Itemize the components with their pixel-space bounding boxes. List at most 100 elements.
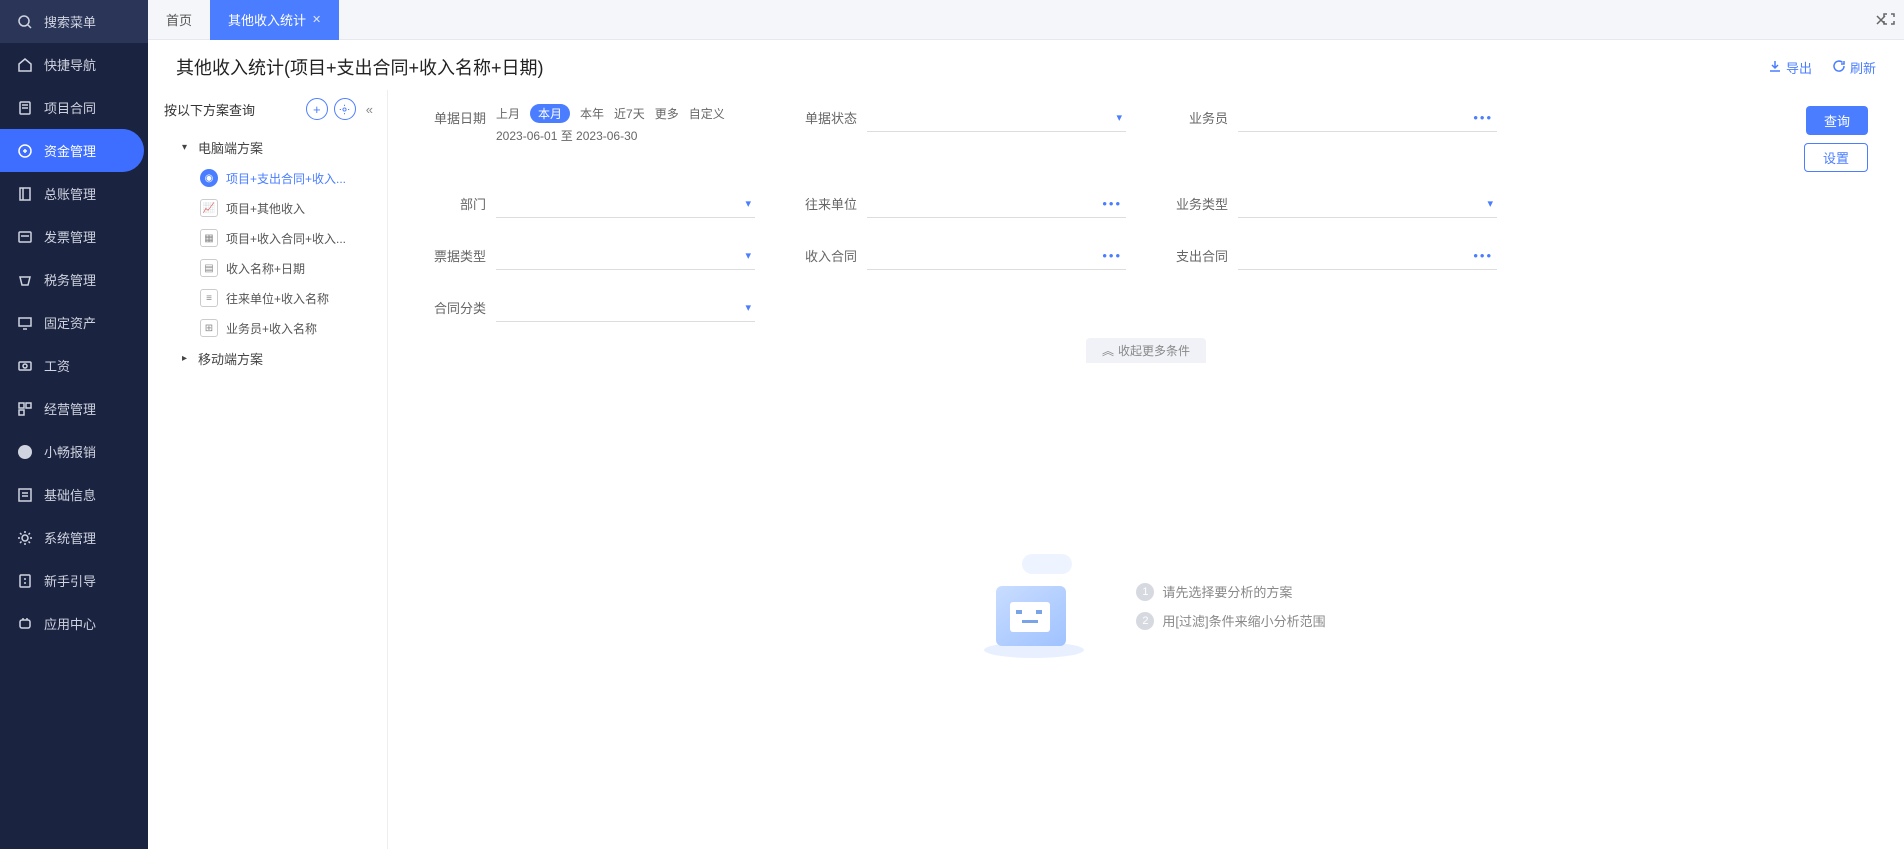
scheme-tree: ▾ 电脑端方案 ◉ 项目+支出合同+收入... 📈 项目+其他收入 ▦ 项目+收… — [164, 128, 387, 378]
scheme-item[interactable]: ≡ 往来单位+收入名称 — [164, 283, 387, 313]
sidebar-item-biz[interactable]: 经营管理 — [0, 387, 148, 430]
sidebar-item-assets[interactable]: 固定资产 — [0, 301, 148, 344]
filter-tickettype: 票据类型 ▾ — [424, 242, 755, 276]
table-icon: ⊞ — [200, 319, 218, 337]
add-scheme-button[interactable]: + — [306, 98, 328, 120]
filter-label: 票据类型 — [424, 242, 496, 265]
refresh-icon — [1832, 59, 1846, 76]
home-icon — [16, 56, 34, 74]
sidebar-item-appcenter[interactable]: 应用中心 — [0, 602, 148, 645]
scheme-item[interactable]: ◉ 项目+支出合同+收入... — [164, 163, 387, 193]
income-contract-picker[interactable]: ••• — [867, 242, 1126, 270]
scheme-label: 收入名称+日期 — [226, 260, 305, 277]
info-icon — [16, 486, 34, 504]
sidebar-item-expense[interactable]: 小畅报销 — [0, 430, 148, 473]
scheme-header: 按以下方案查询 + « — [164, 90, 387, 128]
doc-icon — [16, 99, 34, 117]
sidebar-label: 资金管理 — [44, 141, 96, 160]
sidebar-label: 经营管理 — [44, 399, 96, 418]
collapse-panel-button[interactable]: « — [362, 102, 377, 117]
status-select[interactable]: ▾ — [867, 104, 1126, 132]
quick-7days[interactable]: 近7天 — [614, 105, 645, 122]
tree-group-mobile[interactable]: ▸ 移动端方案 — [164, 343, 387, 374]
expense-icon — [16, 443, 34, 461]
bars-icon: ≡ — [200, 289, 218, 307]
fullscreen-icon[interactable] — [1878, 8, 1900, 30]
biztype-select[interactable]: ▾ — [1238, 190, 1497, 218]
more-icon: ••• — [1473, 248, 1493, 263]
empty-steps: 1 请先选择要分析的方案 2 用[过滤]条件来缩小分析范围 — [1136, 582, 1325, 630]
refresh-button[interactable]: 刷新 — [1832, 58, 1876, 77]
date-quick: 上月 本月 本年 近7天 更多 自定义 2023-06-01 至 2023-06… — [496, 104, 725, 144]
sidebar: 搜索菜单 快捷导航 项目合同 资金管理 总账管理 发票管理 税务管理 固定资产 — [0, 0, 148, 849]
sidebar-item-tax[interactable]: 税务管理 — [0, 258, 148, 301]
scheme-item[interactable]: ⊞ 业务员+收入名称 — [164, 313, 387, 343]
sidebar-item-salary[interactable]: 工资 — [0, 344, 148, 387]
filter-label: 往来单位 — [795, 190, 867, 213]
scheme-item[interactable]: 📈 项目+其他收入 — [164, 193, 387, 223]
empty-illustration — [966, 546, 1106, 666]
step-number: 2 — [1136, 612, 1154, 630]
sidebar-item-search[interactable]: 搜索菜单 — [0, 0, 148, 43]
tree-group-desktop[interactable]: ▾ 电脑端方案 — [164, 132, 387, 163]
caret-down-icon: ▾ — [182, 142, 192, 153]
filter-status: 单据状态 ▾ — [795, 104, 1126, 172]
sidebar-item-ledger[interactable]: 总账管理 — [0, 172, 148, 215]
close-icon[interactable]: ✕ — [312, 13, 321, 26]
tab-home[interactable]: 首页 — [148, 0, 210, 40]
tab-other-income[interactable]: 其他收入统计 ✕ — [210, 0, 339, 40]
main: 首页 其他收入统计 ✕ 其他收入统计(项目+支出合同+收入名称+日期) 导出 — [148, 0, 1904, 849]
scheme-settings-button[interactable] — [334, 98, 356, 120]
tickettype-select[interactable]: ▾ — [496, 242, 755, 270]
sidebar-item-funds[interactable]: 资金管理 — [0, 129, 144, 172]
sidebar-item-system[interactable]: 系统管理 — [0, 516, 148, 559]
page-title: 其他收入统计(项目+支出合同+收入名称+日期) — [176, 54, 1768, 80]
salesman-picker[interactable]: ••• — [1238, 104, 1497, 132]
tab-label: 其他收入统计 — [228, 10, 306, 29]
book-icon — [16, 185, 34, 203]
date-range: 2023-06-01 至 2023-06-30 — [496, 127, 725, 144]
dept-select[interactable]: ▾ — [496, 190, 755, 218]
more-icon: ••• — [1473, 110, 1493, 125]
sidebar-item-quicknav[interactable]: 快捷导航 — [0, 43, 148, 86]
sidebar-item-info[interactable]: 基础信息 — [0, 473, 148, 516]
sidebar-item-invoice[interactable]: 发票管理 — [0, 215, 148, 258]
invoice-icon — [16, 228, 34, 246]
scheme-item[interactable]: ▦ 项目+收入合同+收入... — [164, 223, 387, 253]
scheme-panel: 按以下方案查询 + « ▾ 电脑端方案 ◉ 项目+支出合同+收入... — [148, 90, 388, 849]
quick-custom[interactable]: 自定义 — [689, 105, 725, 122]
step-2: 2 用[过滤]条件来缩小分析范围 — [1136, 611, 1325, 630]
scheme-item[interactable]: ▤ 收入名称+日期 — [164, 253, 387, 283]
partner-picker[interactable]: ••• — [867, 190, 1126, 218]
filter-label: 支出合同 — [1166, 242, 1238, 265]
contract-class-select[interactable]: ▾ — [496, 294, 755, 322]
quick-this-month[interactable]: 本月 — [530, 104, 570, 123]
sidebar-label: 新手引导 — [44, 571, 96, 590]
sidebar-item-contract[interactable]: 项目合同 — [0, 86, 148, 129]
collapse-label: 收起更多条件 — [1118, 342, 1190, 359]
export-button[interactable]: 导出 — [1768, 58, 1812, 77]
step-text: 请先选择要分析的方案 — [1162, 582, 1292, 601]
more-icon: ••• — [1102, 196, 1122, 211]
quick-more[interactable]: 更多 — [655, 105, 679, 122]
filter-salesman: 业务员 ••• — [1166, 104, 1497, 172]
target-icon: ◉ — [200, 169, 218, 187]
collapse-filters-button[interactable]: ︽ 收起更多条件 — [1086, 338, 1206, 363]
search-icon — [16, 13, 34, 31]
sidebar-item-guide[interactable]: 新手引导 — [0, 559, 148, 602]
biz-icon — [16, 400, 34, 418]
group-label: 电脑端方案 — [198, 138, 263, 157]
settings-button[interactable]: 设置 — [1804, 143, 1868, 172]
quick-prev-month[interactable]: 上月 — [496, 105, 520, 122]
expense-contract-picker[interactable]: ••• — [1238, 242, 1497, 270]
filter-label: 单据状态 — [795, 104, 867, 127]
scheme-title: 按以下方案查询 — [164, 100, 300, 119]
query-button[interactable]: 查询 — [1806, 106, 1868, 135]
filter-label: 合同分类 — [424, 294, 496, 317]
filter-label: 单据日期 — [424, 104, 496, 127]
sidebar-label: 系统管理 — [44, 528, 96, 547]
tabs-right — [1870, 9, 1904, 31]
filter-area: 单据日期 上月 本月 本年 近7天 更多 自定义 2023-06-01 至 20… — [388, 90, 1904, 849]
quick-this-year[interactable]: 本年 — [580, 105, 604, 122]
page-header: 其他收入统计(项目+支出合同+收入名称+日期) 导出 刷新 — [148, 40, 1904, 90]
